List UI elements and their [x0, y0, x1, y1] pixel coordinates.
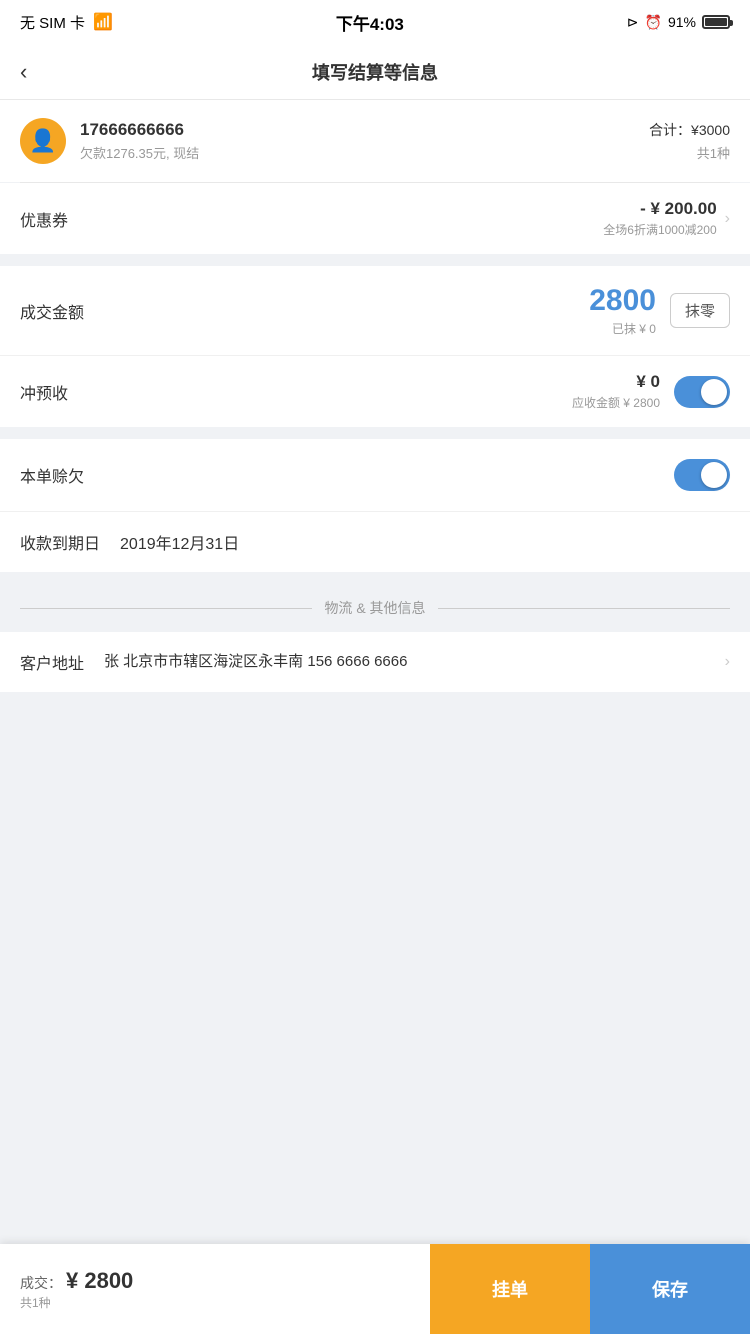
customer-total: 合计：¥3000 共1种 [649, 120, 730, 162]
gray-filler [0, 692, 750, 852]
amount-sub: 已抹 ¥ 0 [589, 320, 656, 337]
customer-debt: 欠款1276.35元, 现结 [80, 143, 199, 162]
bottom-info: 成交： ¥ 2800 共1种 [0, 1244, 430, 1334]
location-icon: ⊳ [627, 14, 639, 31]
alarm-icon: ⏰ [645, 14, 662, 31]
prepay-right: ¥ 0 应收金额 ¥ 2800 [572, 372, 730, 411]
back-button[interactable]: ‹ [20, 59, 27, 85]
hang-button[interactable]: 挂单 [430, 1244, 590, 1334]
carrier-label: 无 SIM 卡 [20, 12, 85, 33]
amount-right: 2800 已抹 ¥ 0 抹零 [589, 284, 730, 337]
logistics-header: 物流 & 其他信息 [0, 584, 750, 632]
coupon-right: - ¥ 200.00 全场6折满1000减200 › [603, 199, 730, 238]
total-count: 共1种 [649, 143, 730, 162]
prepay-toggle[interactable] [674, 376, 730, 408]
logistics-line-right [438, 608, 730, 609]
prepay-sub: 应收金额 ¥ 2800 [572, 394, 660, 411]
amount-value: 2800 [589, 284, 656, 318]
address-row[interactable]: 客户地址 张 北京市市辖区海淀区永丰南 156 6666 6666 › [0, 632, 750, 692]
avatar: 👤 [20, 118, 66, 164]
total-label: 合计：¥3000 [649, 120, 730, 140]
chevron-right-icon: › [725, 210, 730, 228]
debt-label: 本单赊欠 [20, 463, 84, 487]
customer-phone: 17666666666 [80, 120, 199, 140]
customer-left: 👤 17666666666 欠款1276.35元, 现结 [20, 118, 199, 164]
coupon-amount-block: - ¥ 200.00 全场6折满1000减200 [603, 199, 716, 238]
bottom-bar: 成交： ¥ 2800 共1种 挂单 保存 [0, 1244, 750, 1334]
nav-title: 填写结算等信息 [312, 59, 438, 85]
bottom-deal-row: 成交： ¥ 2800 [20, 1268, 410, 1294]
prepay-amount: ¥ 0 应收金额 ¥ 2800 [572, 372, 660, 411]
nav-bar: ‹ 填写结算等信息 [0, 44, 750, 100]
amount-value-block: 2800 已抹 ¥ 0 [589, 284, 656, 337]
debt-row: 本单赊欠 [0, 439, 750, 511]
battery-percent: 91% [668, 14, 696, 30]
logistics-label: 物流 & 其他信息 [324, 598, 425, 618]
debt-toggle[interactable] [674, 459, 730, 491]
amount-label: 成交金额 [20, 299, 84, 323]
amount-row: 成交金额 2800 已抹 ¥ 0 抹零 [0, 266, 750, 355]
content: 👤 17666666666 欠款1276.35元, 现结 合计：¥3000 共1… [0, 100, 750, 952]
section-gap-2 [0, 427, 750, 439]
status-bar: 无 SIM 卡 📶 下午4:03 ⊳ ⏰ 91% [0, 0, 750, 44]
bottom-amount: ¥ 2800 [66, 1268, 133, 1294]
round-button[interactable]: 抹零 [670, 293, 730, 328]
wifi-icon: 📶 [93, 12, 113, 32]
battery-icon [702, 15, 730, 29]
coupon-amount: - ¥ 200.00 [603, 199, 716, 219]
bottom-count: 共1种 [20, 1294, 410, 1311]
debt-section: 本单赊欠 收款到期日 2019年12月31日 [0, 439, 750, 572]
coupon-label: 优惠券 [20, 207, 68, 231]
customer-card: 👤 17666666666 欠款1276.35元, 现结 合计：¥3000 共1… [0, 100, 750, 182]
prepay-row: 冲预收 ¥ 0 应收金额 ¥ 2800 [0, 355, 750, 427]
coupon-row[interactable]: 优惠券 - ¥ 200.00 全场6折满1000减200 › [0, 183, 750, 254]
section-gap-3 [0, 572, 750, 584]
save-button[interactable]: 保存 [590, 1244, 750, 1334]
section-gap-1 [0, 254, 750, 266]
coupon-desc: 全场6折满1000减200 [603, 221, 716, 238]
address-label: 客户地址 [20, 650, 84, 674]
date-label: 收款到期日 [20, 530, 100, 554]
status-right: ⊳ ⏰ 91% [627, 14, 730, 31]
amount-section: 成交金额 2800 已抹 ¥ 0 抹零 冲预收 ¥ 0 应收金额 ¥ 2800 [0, 266, 750, 427]
status-left: 无 SIM 卡 📶 [20, 12, 113, 33]
prepay-label: 冲预收 [20, 380, 68, 404]
bottom-deal-label: 成交： [20, 1273, 62, 1293]
status-time: 下午4:03 [336, 10, 404, 35]
date-row: 收款到期日 2019年12月31日 [0, 511, 750, 572]
date-value: 2019年12月31日 [120, 530, 239, 554]
prepay-value: ¥ 0 [572, 372, 660, 392]
address-chevron-icon: › [725, 653, 730, 671]
logistics-line-left [20, 608, 312, 609]
avatar-icon: 👤 [29, 128, 56, 154]
address-value: 张 北京市市辖区海淀区永丰南 156 6666 6666 [104, 651, 715, 674]
customer-info: 17666666666 欠款1276.35元, 现结 [80, 120, 199, 162]
